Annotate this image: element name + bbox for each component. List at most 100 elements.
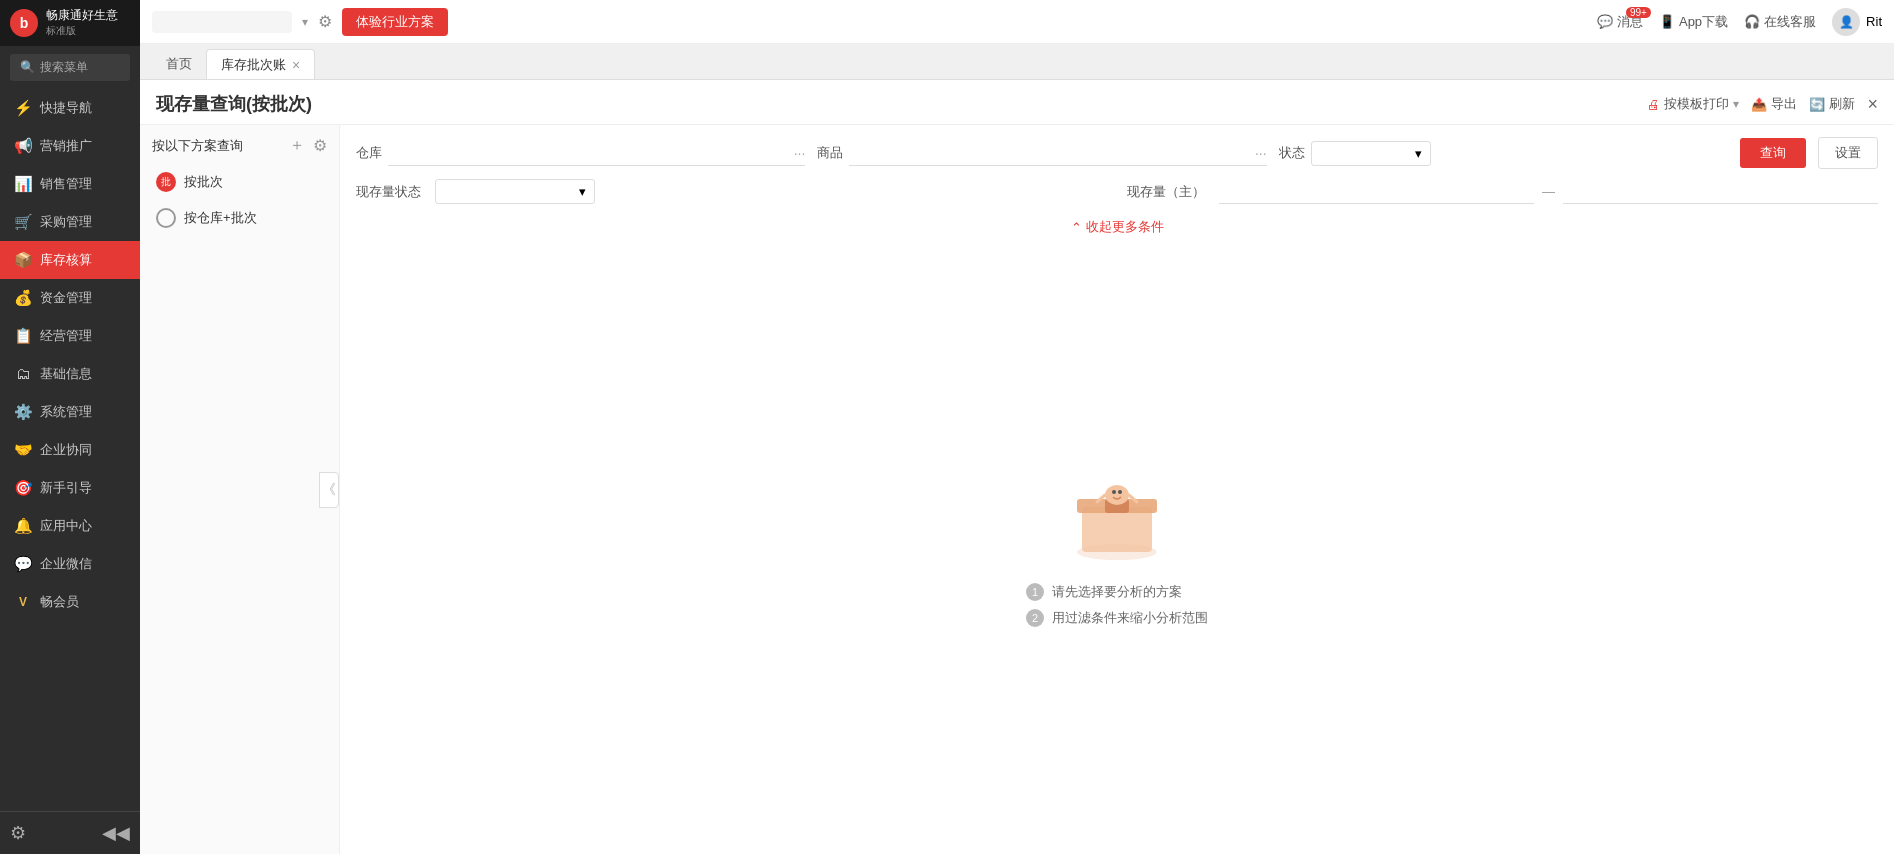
product-input-wrap: ··· (849, 141, 1266, 166)
export-button[interactable]: 📤 导出 (1751, 95, 1797, 113)
refresh-button[interactable]: 🔄 刷新 (1809, 95, 1855, 113)
collapse-label: 收起更多条件 (1086, 218, 1164, 236)
basic-icon: 🗂 (14, 365, 32, 383)
product-filter-label: 商品 (817, 144, 843, 162)
empty-illustration (1057, 457, 1177, 567)
query-button[interactable]: 查询 (1740, 138, 1806, 168)
topbar-gear-button[interactable]: ⚙ (318, 12, 332, 31)
message-badge: 99+ (1626, 7, 1651, 18)
print-chevron-icon: ▾ (1733, 97, 1739, 111)
content-area: 现存量查询(按批次) 🖨 按模板打印 ▾ 📤 导出 🔄 刷新 (140, 80, 1894, 854)
sidebar-item-member[interactable]: V 畅会员 (0, 583, 140, 621)
sidebar-item-system[interactable]: ⚙️ 系统管理 (0, 393, 140, 431)
status-select[interactable]: ▾ (1311, 141, 1431, 166)
collapse-panel-button[interactable]: 《 (319, 472, 339, 508)
scheme-batch[interactable]: 批 按批次 (140, 164, 339, 200)
topbar-dropdown-button[interactable]: ▾ (302, 15, 308, 29)
stock-qty-from-input[interactable] (1219, 184, 1534, 199)
sidebar-item-apps[interactable]: 🔔 应用中心 (0, 507, 140, 545)
page-title: 现存量查询(按批次) (156, 92, 312, 116)
sidebar-item-purchase[interactable]: 🛒 采购管理 (0, 203, 140, 241)
inventory-icon: 📦 (14, 251, 32, 269)
operations-icon: 📋 (14, 327, 32, 345)
finance-icon: 💰 (14, 289, 32, 307)
sidebar-item-finance[interactable]: 💰 资金管理 (0, 279, 140, 317)
sidebar-item-enterprise[interactable]: 🤝 企业协同 (0, 431, 140, 469)
user-menu-button[interactable]: 👤 Rit (1832, 8, 1882, 36)
sidebar-item-operations[interactable]: 📋 经营管理 (0, 317, 140, 355)
sidebar-item-basic[interactable]: 🗂 基础信息 (0, 355, 140, 393)
filter-warehouse-group: 仓库 ··· (356, 141, 805, 166)
stock-status-chevron-icon: ▾ (579, 184, 586, 199)
page-body: 按以下方案查询 ＋ ⚙ 批 按批次 (140, 125, 1894, 854)
inventory-label: 库存核算 (40, 251, 92, 269)
close-page-button[interactable]: × (1867, 94, 1878, 115)
company-name: 畅康通好生意 (46, 8, 118, 24)
sidebar: b 畅康通好生意 标准版 🔍 搜索菜单 ⚡ 快捷导航 📢 营销推广 📊 销售管理… (0, 0, 140, 854)
product-input[interactable] (849, 145, 1255, 160)
sidebar-nav: ⚡ 快捷导航 📢 营销推广 📊 销售管理 🛒 采购管理 📦 库存核算 💰 资金管… (0, 89, 140, 811)
print-template-button[interactable]: 🖨 按模板打印 ▾ (1647, 95, 1739, 113)
product-more-button[interactable]: ··· (1255, 145, 1267, 161)
left-panel: 按以下方案查询 ＋ ⚙ 批 按批次 (140, 125, 340, 854)
filter-settings-button[interactable]: 设置 (1818, 137, 1878, 169)
add-scheme-button[interactable]: ＋ (289, 135, 305, 156)
collapse-row[interactable]: ⌃ 收起更多条件 (356, 212, 1878, 242)
refresh-label: 刷新 (1829, 95, 1855, 113)
apps-label: 应用中心 (40, 517, 92, 535)
warehouse-more-button[interactable]: ··· (794, 145, 806, 161)
page-actions: 🖨 按模板打印 ▾ 📤 导出 🔄 刷新 × (1647, 94, 1878, 115)
warehouse-input-wrap: ··· (388, 141, 805, 166)
message-button[interactable]: 💬 消息 99+ (1597, 13, 1643, 31)
sidebar-item-wechat[interactable]: 💬 企业微信 (0, 545, 140, 583)
tab-home-label: 首页 (166, 55, 192, 73)
hint-1-text: 请先选择要分析的方案 (1052, 583, 1182, 601)
page-wrap: 现存量查询(按批次) 🖨 按模板打印 ▾ 📤 导出 🔄 刷新 (140, 80, 1894, 854)
user-name: Rit (1866, 14, 1882, 29)
wechat-icon: 💬 (14, 555, 32, 573)
print-icon: 🖨 (1647, 97, 1660, 112)
scheme-warehouse-batch[interactable]: 按仓库+批次 (140, 200, 339, 236)
sidebar-item-guide[interactable]: 🎯 新手引导 (0, 469, 140, 507)
search-menu-label: 搜索菜单 (40, 59, 88, 76)
status-chevron-icon: ▾ (1415, 146, 1422, 161)
tab-home[interactable]: 首页 (152, 49, 206, 79)
sidebar-item-inventory[interactable]: 📦 库存核算 (0, 241, 140, 279)
system-label: 系统管理 (40, 403, 92, 421)
warehouse-input[interactable] (388, 145, 794, 160)
stock-status-label: 现存量状态 (356, 183, 421, 201)
apps-icon: 🔔 (14, 517, 32, 535)
sales-icon: 📊 (14, 175, 32, 193)
scheme-settings-button[interactable]: ⚙ (313, 135, 327, 156)
app-download-label: App下载 (1679, 13, 1728, 31)
settings-footer-button[interactable]: ⚙ (10, 822, 26, 844)
stock-qty-to-input[interactable] (1563, 184, 1878, 199)
online-service-button[interactable]: 🎧 在线客服 (1744, 13, 1816, 31)
sales-label: 销售管理 (40, 175, 92, 193)
sidebar-item-sales[interactable]: 📊 销售管理 (0, 165, 140, 203)
search-menu-button[interactable]: 🔍 搜索菜单 (10, 54, 130, 81)
wechat-label: 企业微信 (40, 555, 92, 573)
tab-close-button[interactable]: × (292, 58, 300, 72)
member-label: 畅会员 (40, 593, 79, 611)
hint-1: 1 请先选择要分析的方案 (1026, 583, 1208, 601)
svg-point-4 (1105, 485, 1129, 505)
warehouse-filter-label: 仓库 (356, 144, 382, 162)
sidebar-item-marketing[interactable]: 📢 营销推广 (0, 127, 140, 165)
operations-label: 经营管理 (40, 327, 92, 345)
topbar-search-input[interactable] (160, 15, 260, 29)
quick-nav-icon: ⚡ (14, 99, 32, 117)
stock-status-select[interactable]: ▾ (435, 179, 595, 204)
app-logo: b (10, 9, 38, 37)
user-avatar: 👤 (1832, 8, 1860, 36)
collapse-sidebar-button[interactable]: ◀◀ (102, 822, 130, 844)
sidebar-item-quick-nav[interactable]: ⚡ 快捷导航 (0, 89, 140, 127)
tab-inventory-batch[interactable]: 库存批次账 × (206, 49, 315, 79)
try-industry-button[interactable]: 体验行业方案 (342, 8, 448, 36)
status-filter-label: 状态 (1279, 144, 1305, 162)
purchase-label: 采购管理 (40, 213, 92, 231)
enterprise-icon: 🤝 (14, 441, 32, 459)
app-download-button[interactable]: 📱 App下载 (1659, 13, 1728, 31)
main-area: ▾ ⚙ 体验行业方案 💬 消息 99+ 📱 App下载 🎧 在线客服 👤 Rit (140, 0, 1894, 854)
sidebar-search-wrap: 🔍 搜索菜单 (0, 46, 140, 89)
